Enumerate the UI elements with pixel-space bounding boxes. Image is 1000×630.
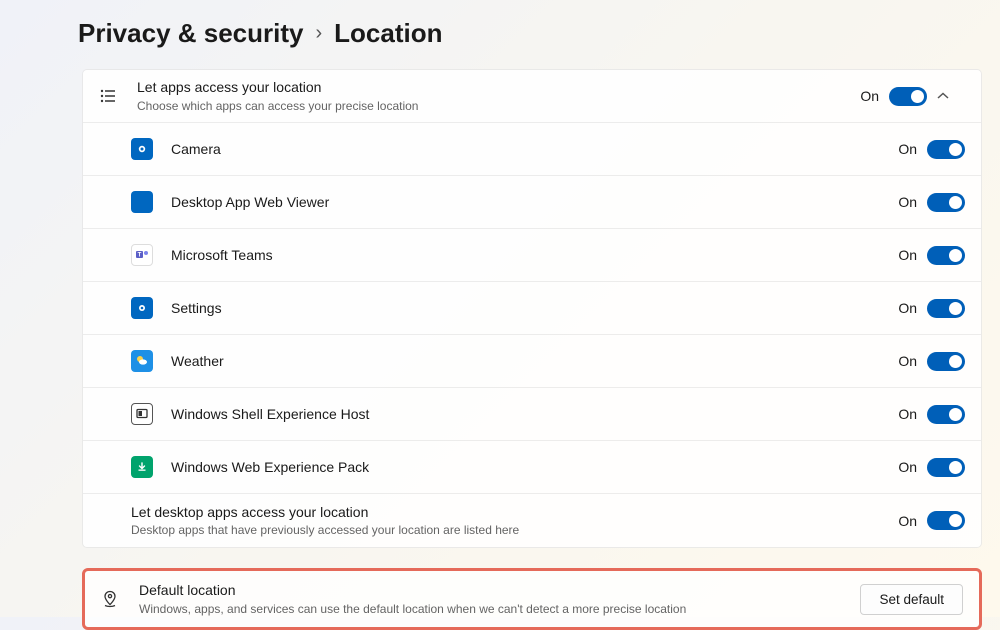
default-location-title: Default location (139, 581, 860, 600)
desktop-apps-state: On (898, 513, 917, 529)
apps-access-toggle[interactable] (889, 87, 927, 106)
teams-icon: T (131, 244, 153, 266)
set-default-button[interactable]: Set default (860, 584, 963, 615)
app-toggle-teams[interactable] (927, 246, 965, 265)
window-icon (131, 403, 153, 425)
location-pin-icon (99, 588, 121, 610)
app-row-web-pack: Windows Web Experience Pack On (83, 441, 981, 494)
app-toggle-web-pack[interactable] (927, 458, 965, 477)
app-name: Microsoft Teams (171, 246, 898, 265)
camera-icon (131, 138, 153, 160)
location-apps-panel: Let apps access your location Choose whi… (82, 69, 982, 548)
app-row-desktop-web-viewer: Desktop App Web Viewer On (83, 176, 981, 229)
app-toggle-weather[interactable] (927, 352, 965, 371)
app-name: Windows Shell Experience Host (171, 405, 898, 424)
desktop-apps-row[interactable]: Let desktop apps access your location De… (83, 494, 981, 547)
app-name: Desktop App Web Viewer (171, 193, 898, 212)
app-toggle-desktop-web-viewer[interactable] (927, 193, 965, 212)
app-state: On (898, 459, 917, 475)
apps-access-header-row[interactable]: Let apps access your location Choose whi… (83, 70, 981, 123)
desktop-apps-subtitle: Desktop apps that have previously access… (131, 522, 898, 538)
apps-access-state: On (860, 88, 879, 104)
chevron-up-icon[interactable] (937, 92, 965, 100)
weather-icon (131, 350, 153, 372)
app-toggle-camera[interactable] (927, 140, 965, 159)
page-title: Location (334, 18, 442, 49)
app-row-weather: Weather On (83, 335, 981, 388)
app-state: On (898, 141, 917, 157)
app-state: On (898, 194, 917, 210)
default-location-card: Default location Windows, apps, and serv… (82, 568, 982, 630)
apps-access-title: Let apps access your location (137, 78, 860, 97)
app-row-camera: Camera On (83, 123, 981, 176)
desktop-apps-toggle[interactable] (927, 511, 965, 530)
app-state: On (898, 300, 917, 316)
app-toggle-shell-host[interactable] (927, 405, 965, 424)
chevron-right-icon: › (315, 22, 322, 45)
app-state: On (898, 406, 917, 422)
breadcrumb: Privacy & security › Location (0, 18, 1000, 69)
app-name: Camera (171, 140, 898, 159)
breadcrumb-parent[interactable]: Privacy & security (78, 18, 303, 49)
list-filter-icon (97, 85, 119, 107)
app-name: Windows Web Experience Pack (171, 458, 898, 477)
apps-access-subtitle: Choose which apps can access your precis… (137, 98, 860, 114)
download-icon (131, 456, 153, 478)
default-location-subtitle: Windows, apps, and services can use the … (139, 601, 860, 617)
app-toggle-settings[interactable] (927, 299, 965, 318)
app-row-shell-host: Windows Shell Experience Host On (83, 388, 981, 441)
app-state: On (898, 353, 917, 369)
desktop-apps-title: Let desktop apps access your location (131, 503, 898, 522)
app-row-settings: Settings On (83, 282, 981, 335)
gear-icon (131, 297, 153, 319)
app-name: Weather (171, 352, 898, 371)
square-icon (131, 191, 153, 213)
app-row-teams: T Microsoft Teams On (83, 229, 981, 282)
svg-text:T: T (138, 253, 142, 259)
app-name: Settings (171, 299, 898, 318)
app-state: On (898, 247, 917, 263)
